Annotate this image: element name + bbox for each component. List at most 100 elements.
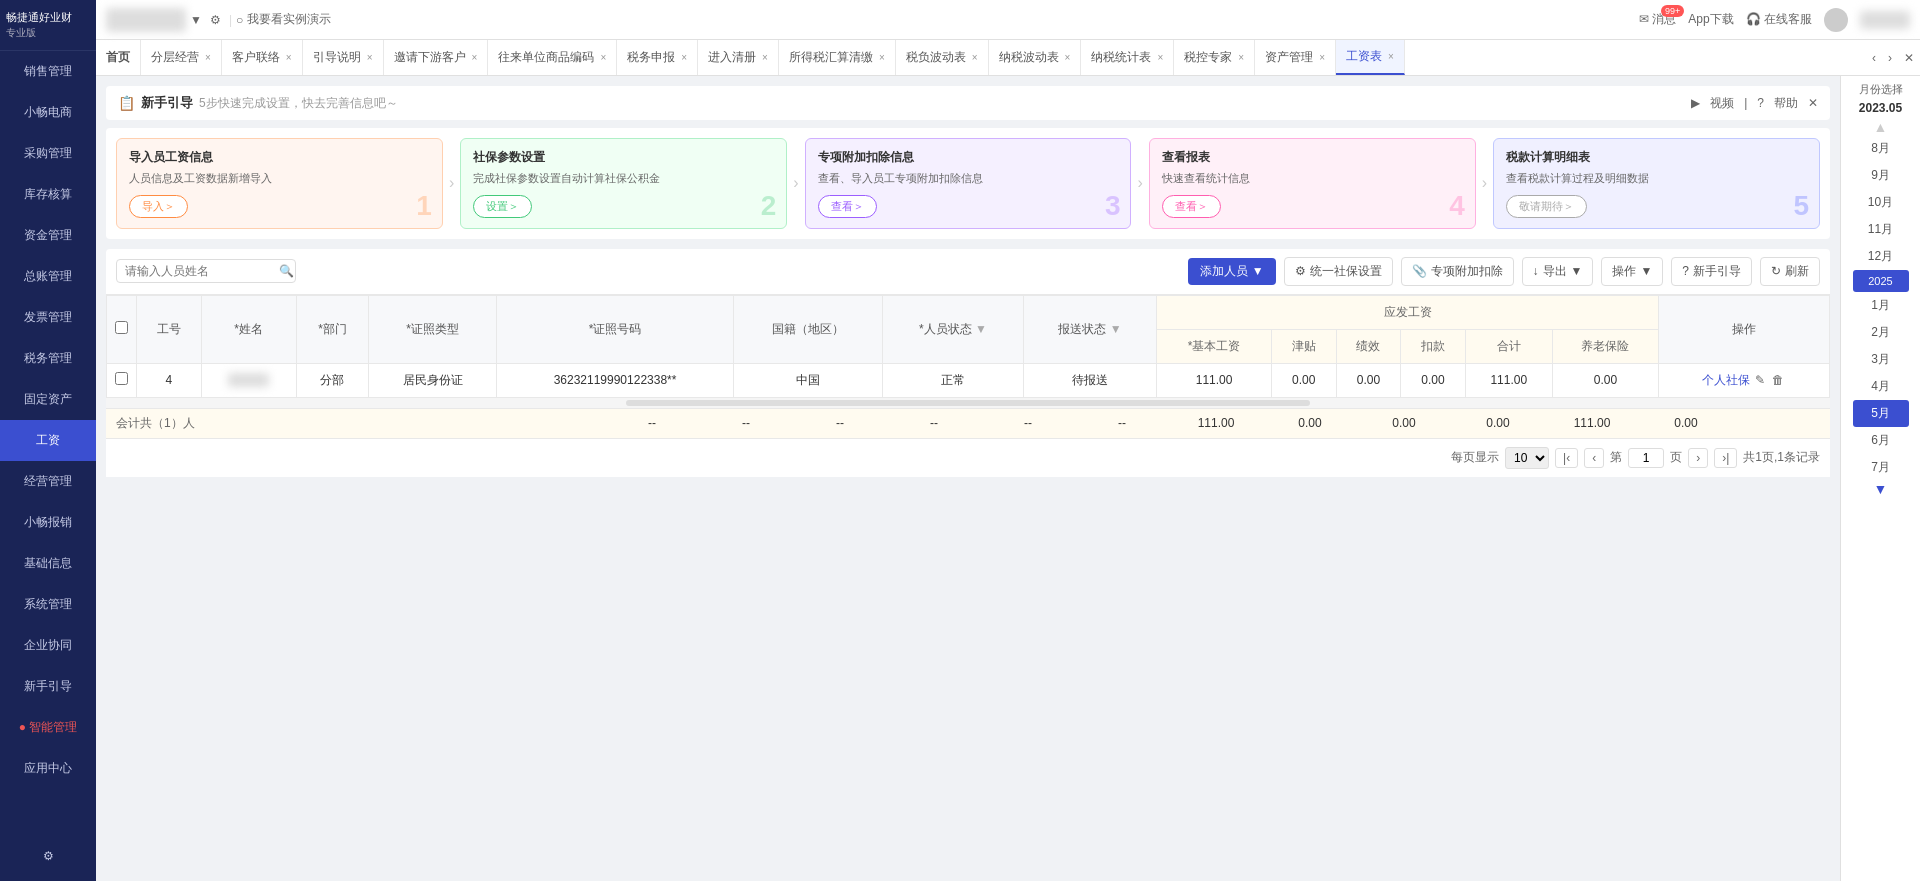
dropdown-arrow-icon[interactable]: ▼: [190, 13, 202, 27]
tab-next-arrow[interactable]: ›: [1882, 51, 1898, 65]
prev-page-button[interactable]: ‹: [1584, 448, 1604, 468]
tab-guide[interactable]: 引导说明 ×: [303, 40, 384, 75]
edit-row-button[interactable]: ✎: [1755, 373, 1765, 387]
tab-salary-table[interactable]: 工资表 ×: [1336, 40, 1405, 75]
tab-tax-report[interactable]: 税务申报 ×: [617, 40, 698, 75]
sidebar-item-expense[interactable]: 小畅报销: [0, 502, 96, 543]
month-item-7[interactable]: 7月: [1853, 454, 1909, 481]
scroll-thumb[interactable]: [626, 400, 1311, 406]
unified-settings-button[interactable]: ⚙ 统一社保设置: [1284, 257, 1393, 286]
tab-tax-report-close[interactable]: ×: [681, 52, 687, 63]
sidebar-item-sales[interactable]: 销售管理: [0, 51, 96, 92]
tab-layered-close[interactable]: ×: [205, 52, 211, 63]
guide-button[interactable]: ? 新手引导: [1671, 257, 1752, 286]
tab-clearance-close[interactable]: ×: [762, 52, 768, 63]
sidebar-item-assets[interactable]: 固定资产: [0, 379, 96, 420]
sidebar-item-purchase[interactable]: 采购管理: [0, 133, 96, 174]
tab-invite[interactable]: 邀请下游客户 ×: [384, 40, 489, 75]
message-button[interactable]: ✉ 消息 99+: [1639, 11, 1676, 28]
sidebar-item-collab[interactable]: 企业协同: [0, 625, 96, 666]
gear-icon[interactable]: ⚙: [206, 11, 225, 29]
month-next-button[interactable]: ▼: [1874, 481, 1888, 497]
page-number-input[interactable]: [1628, 448, 1664, 468]
month-item-1[interactable]: 1月: [1853, 292, 1909, 319]
month-item-3[interactable]: 3月: [1853, 346, 1909, 373]
tab-tax-expert[interactable]: 税控专家 ×: [1174, 40, 1255, 75]
sidebar-item-system[interactable]: 系统管理: [0, 584, 96, 625]
submit-filter-icon[interactable]: ▼: [1110, 322, 1122, 336]
tab-tax-wave-close[interactable]: ×: [972, 52, 978, 63]
tab-prev-arrow[interactable]: ‹: [1866, 51, 1882, 65]
month-item-12[interactable]: 12月: [1853, 243, 1909, 270]
tab-customer-close[interactable]: ×: [286, 52, 292, 63]
tab-tax-expert-close[interactable]: ×: [1238, 52, 1244, 63]
tab-tax-stats[interactable]: 纳税统计表 ×: [1081, 40, 1174, 75]
sidebar-item-basic[interactable]: 基础信息: [0, 543, 96, 584]
tab-asset-mgmt-close[interactable]: ×: [1319, 52, 1325, 63]
last-page-button[interactable]: ›|: [1714, 448, 1737, 468]
tab-guide-close[interactable]: ×: [367, 52, 373, 63]
online-service-button[interactable]: 🎧 在线客服: [1746, 11, 1812, 28]
close-all-tabs-button[interactable]: ✕: [1898, 51, 1920, 65]
tab-income-tax-close[interactable]: ×: [879, 52, 885, 63]
step-2-button[interactable]: 设置＞: [473, 195, 532, 218]
month-item-11[interactable]: 11月: [1853, 216, 1909, 243]
tab-product-code-close[interactable]: ×: [600, 52, 606, 63]
sidebar-item-ai[interactable]: ● 智能管理: [0, 707, 96, 748]
user-avatar[interactable]: [1824, 8, 1848, 32]
row-checkbox[interactable]: [115, 372, 128, 385]
guide-close-icon[interactable]: ✕: [1808, 96, 1818, 110]
status-filter-icon[interactable]: ▼: [975, 322, 987, 336]
tab-home[interactable]: 首页: [96, 40, 141, 75]
special-deduction-button[interactable]: 📎 专项附加扣除: [1401, 257, 1514, 286]
search-field[interactable]: 🔍: [116, 259, 296, 283]
tab-asset-mgmt[interactable]: 资产管理 ×: [1255, 40, 1336, 75]
settings-icon[interactable]: ⚙: [0, 841, 96, 871]
step-1-button[interactable]: 导入＞: [129, 195, 188, 218]
help-link[interactable]: 帮助: [1774, 95, 1798, 112]
sidebar-item-invoice[interactable]: 发票管理: [0, 297, 96, 338]
sidebar-item-salary[interactable]: 工资: [0, 420, 96, 461]
step-3-button[interactable]: 查看＞: [818, 195, 877, 218]
next-page-button[interactable]: ›: [1688, 448, 1708, 468]
company-dropdown[interactable]: [106, 8, 186, 32]
tab-pay-wave-close[interactable]: ×: [1065, 52, 1071, 63]
sidebar-item-ledger[interactable]: 总账管理: [0, 256, 96, 297]
operations-button[interactable]: 操作 ▼: [1601, 257, 1663, 286]
select-all-checkbox[interactable]: [115, 321, 128, 334]
sidebar-item-appcenter[interactable]: 应用中心: [0, 748, 96, 789]
tab-tax-stats-close[interactable]: ×: [1157, 52, 1163, 63]
month-item-4[interactable]: 4月: [1853, 373, 1909, 400]
step-4-button[interactable]: 查看＞: [1162, 195, 1221, 218]
month-item-5[interactable]: 5月: [1853, 400, 1909, 427]
sidebar-item-finance[interactable]: 资金管理: [0, 215, 96, 256]
personal-insurance-button[interactable]: 个人社保: [1702, 372, 1750, 389]
month-item-9[interactable]: 9月: [1853, 162, 1909, 189]
month-item-6[interactable]: 6月: [1853, 427, 1909, 454]
export-button[interactable]: ↓ 导出 ▼: [1522, 257, 1594, 286]
search-input[interactable]: [125, 264, 275, 278]
step-5-button[interactable]: 敬请期待＞: [1506, 195, 1587, 218]
add-person-button[interactable]: 添加人员 ▼: [1188, 258, 1276, 285]
tab-customer[interactable]: 客户联络 ×: [222, 40, 303, 75]
tab-invite-close[interactable]: ×: [472, 52, 478, 63]
sidebar-item-operation[interactable]: 经营管理: [0, 461, 96, 502]
demo-link[interactable]: ○ 我要看实例演示: [236, 11, 331, 28]
tab-salary-table-close[interactable]: ×: [1388, 51, 1394, 62]
tab-layered[interactable]: 分层经营 ×: [141, 40, 222, 75]
tab-tax-wave[interactable]: 税负波动表 ×: [896, 40, 989, 75]
tab-income-tax[interactable]: 所得税汇算清缴 ×: [779, 40, 896, 75]
app-download-button[interactable]: App下载: [1688, 11, 1733, 28]
month-item-8[interactable]: 8月: [1853, 135, 1909, 162]
month-item-10[interactable]: 10月: [1853, 189, 1909, 216]
tab-product-code[interactable]: 往来单位商品编码 ×: [488, 40, 617, 75]
page-size-select[interactable]: 10 20 50: [1505, 447, 1549, 469]
refresh-button[interactable]: ↻ 刷新: [1760, 257, 1820, 286]
sidebar-item-ecommerce[interactable]: 小畅电商: [0, 92, 96, 133]
month-item-2[interactable]: 2月: [1853, 319, 1909, 346]
sidebar-item-tax[interactable]: 税务管理: [0, 338, 96, 379]
first-page-button[interactable]: |‹: [1555, 448, 1578, 468]
delete-row-button[interactable]: 🗑: [1772, 373, 1784, 387]
video-link[interactable]: 视频: [1710, 95, 1734, 112]
tab-clearance[interactable]: 进入清册 ×: [698, 40, 779, 75]
